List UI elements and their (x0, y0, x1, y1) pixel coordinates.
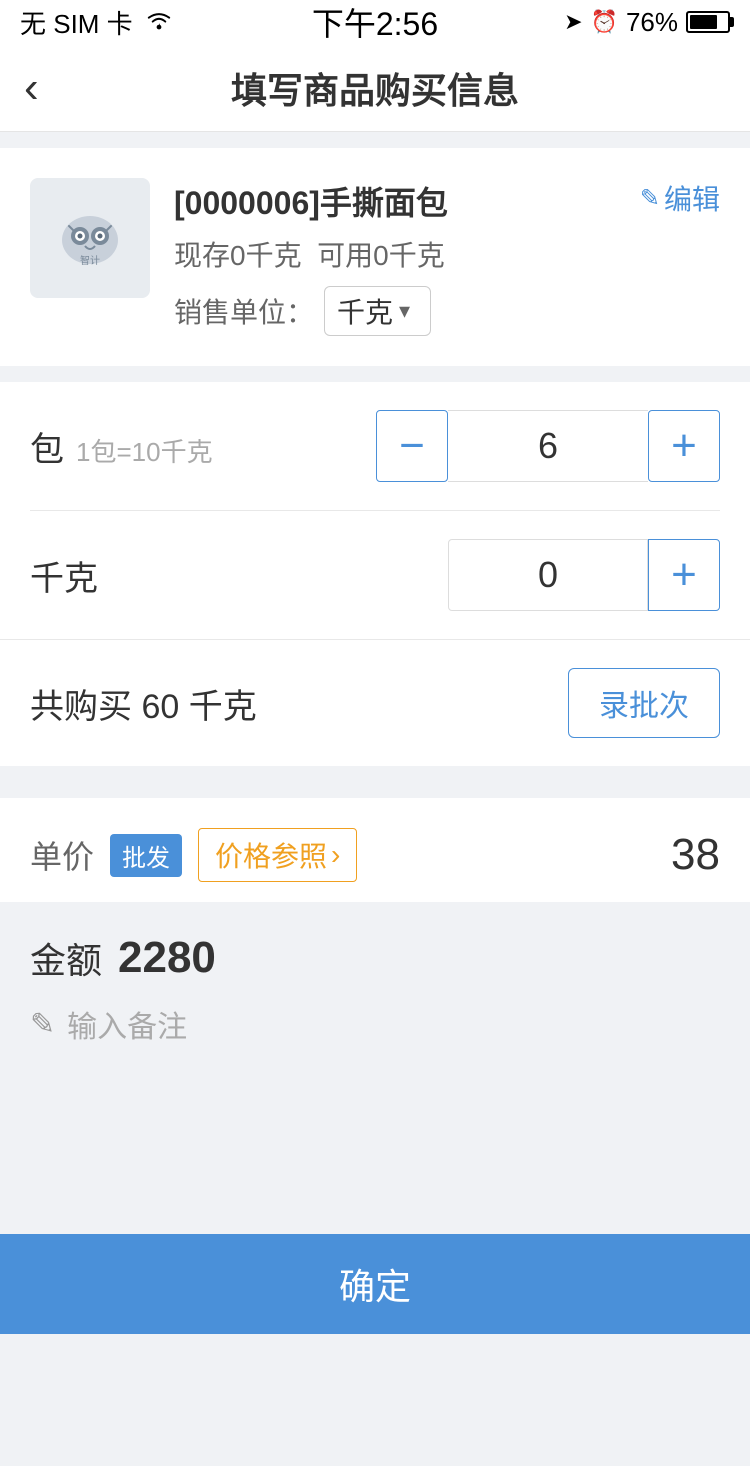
status-right: ➤ ⏰ 76% (564, 7, 730, 38)
quantity-row-kg: 千克 0 + (30, 511, 720, 639)
product-card: 智计 [0000006]手撕面包 ✎编辑 现存0千克 可用0千克 销售单位： 千… (0, 148, 750, 366)
product-name: [0000006]手撕面包 (174, 178, 640, 224)
qty-controls-kg: 0 + (448, 539, 720, 611)
svg-text:智计: 智计 (80, 254, 100, 267)
edit-button[interactable]: ✎编辑 (640, 178, 720, 218)
qty-input-kg[interactable]: 0 (448, 539, 648, 611)
qty-plus-kg[interactable]: + (648, 539, 720, 611)
amount-row: 金额 2280 (30, 932, 720, 984)
confirm-button[interactable]: 确定 (339, 1258, 411, 1310)
status-left: 无 SIM 卡 (20, 4, 175, 41)
amount-value: 2280 (118, 933, 216, 983)
section-separator-1 (0, 366, 750, 382)
nav-bar: ‹ 填写商品购买信息 (0, 44, 750, 132)
alarm-icon: ⏰ (591, 9, 618, 35)
qty-label-kg: 千克 (30, 551, 98, 600)
section-separator-2 (0, 766, 750, 782)
quantity-section: 包 1包=10千克 − 6 + 千克 0 + (0, 382, 750, 639)
confirm-bar[interactable]: 确定 (0, 1234, 750, 1334)
battery-text: 76% (626, 7, 678, 38)
unit-row: 销售单位： 千克 ▾ (174, 286, 720, 336)
stock-info: 现存0千克 可用0千克 (174, 234, 720, 274)
remark-placeholder: 输入备注 (67, 1002, 187, 1046)
price-section: 单价 批发 价格参照 › 38 (0, 798, 750, 902)
qty-minus-bao[interactable]: − (376, 410, 448, 482)
amount-label: 金额 (30, 932, 102, 984)
page-title: 填写商品购买信息 (231, 62, 519, 114)
product-info: [0000006]手撕面包 ✎编辑 现存0千克 可用0千克 销售单位： 千克 ▾ (174, 178, 720, 336)
carrier-text: 无 SIM 卡 (20, 4, 133, 41)
summary-row: 共购买 60 千克 录批次 (0, 639, 750, 766)
remark-row[interactable]: ✎ 输入备注 (30, 1002, 720, 1046)
back-button[interactable]: ‹ (24, 66, 39, 110)
summary-text: 共购买 60 千克 (30, 679, 257, 728)
location-icon: ➤ (564, 9, 582, 35)
qty-controls-bao: − 6 + (376, 410, 720, 482)
qty-plus-bao[interactable]: + (648, 410, 720, 482)
price-ref-button[interactable]: 价格参照 › (198, 828, 357, 882)
qty-label-bao: 包 1包=10千克 (30, 422, 213, 471)
quantity-row-bao: 包 1包=10千克 − 6 + (30, 382, 720, 511)
qty-input-bao[interactable]: 6 (448, 410, 648, 482)
price-row: 单价 批发 价格参照 › 38 (30, 828, 720, 882)
price-label: 单价 (30, 832, 94, 878)
battery-icon (686, 11, 730, 33)
price-value: 38 (671, 830, 720, 880)
unit-select[interactable]: 千克 ▾ (324, 286, 431, 336)
wifi-icon (143, 7, 175, 38)
remark-icon: ✎ (30, 1007, 55, 1042)
product-image: 智计 (30, 178, 150, 298)
price-badge: 批发 (110, 834, 182, 877)
amount-section: 金额 2280 ✎ 输入备注 (0, 902, 750, 1066)
status-time: 下午2:56 (312, 0, 438, 45)
batch-button[interactable]: 录批次 (568, 668, 720, 738)
status-bar: 无 SIM 卡 下午2:56 ➤ ⏰ 76% (0, 0, 750, 44)
